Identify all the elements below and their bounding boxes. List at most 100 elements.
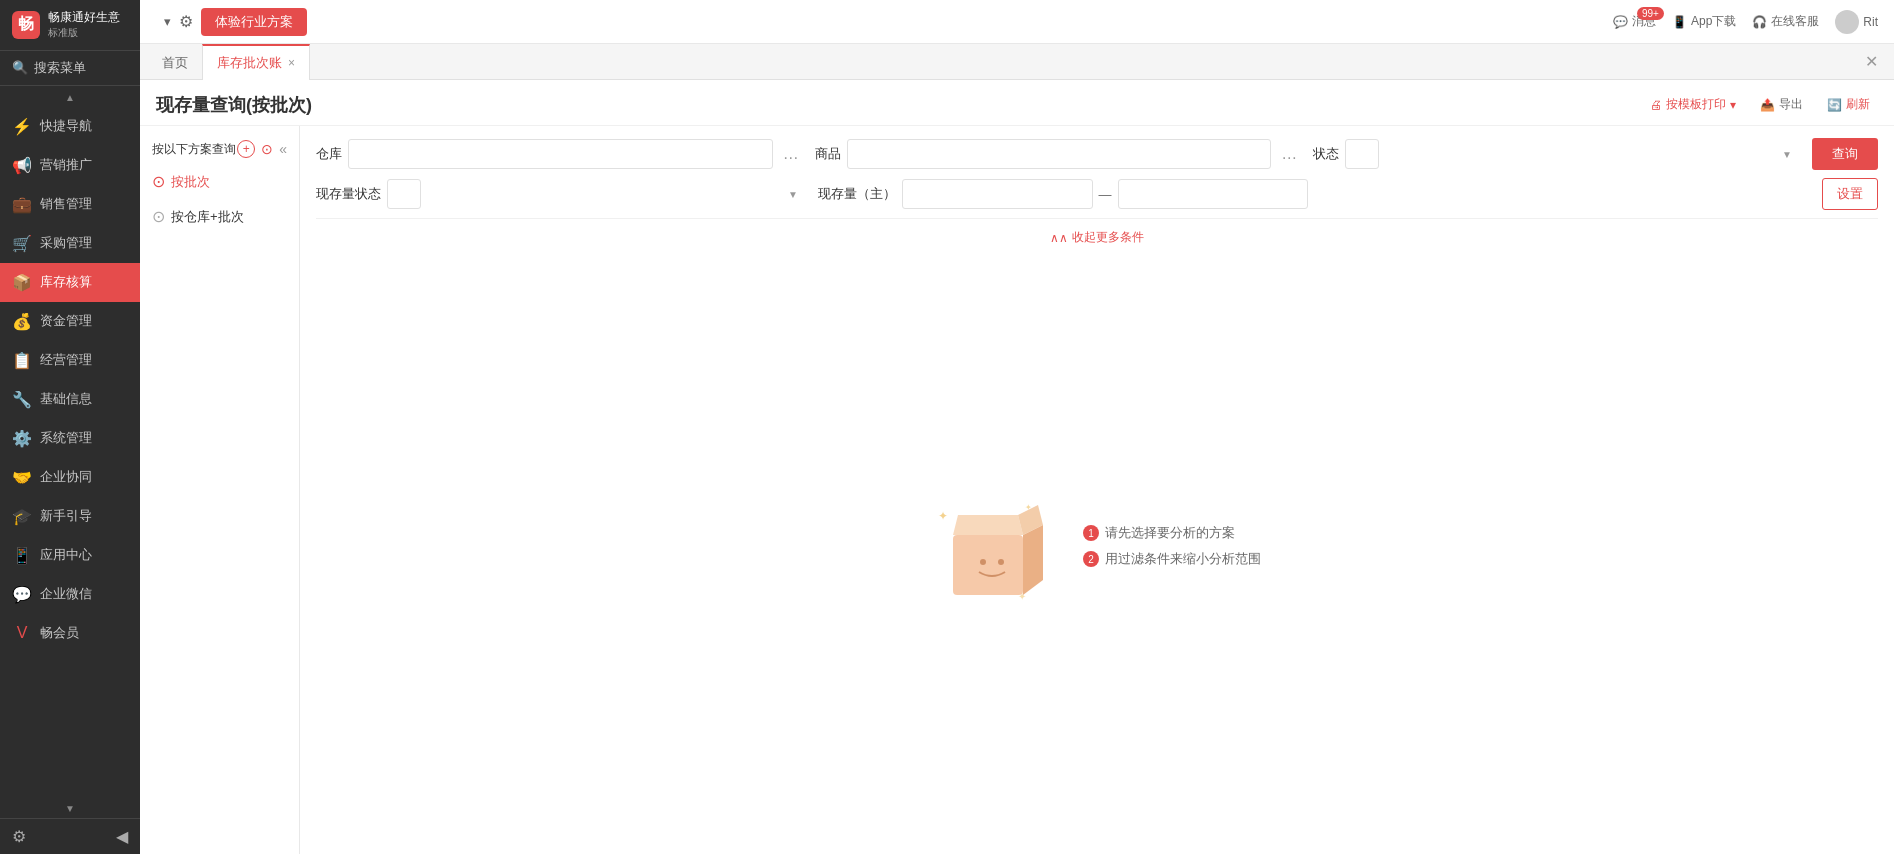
system-icon: ⚙️ (12, 429, 32, 448)
phone-icon: 📱 (1672, 15, 1687, 29)
page-title: 现存量查询(按批次) (156, 93, 312, 117)
tab-close-icon[interactable]: × (288, 56, 295, 70)
printer-icon: 🖨 (1650, 98, 1662, 112)
user-menu-button[interactable]: Rit (1835, 10, 1878, 34)
empty-tip-1: 1 请先选择要分析的方案 (1083, 524, 1261, 542)
refresh-button[interactable]: 🔄 刷新 (1819, 92, 1878, 117)
basic-icon: 🔧 (12, 390, 32, 409)
sidebar-scroll-up[interactable]: ▲ (0, 86, 140, 107)
messages-badge: 99+ (1637, 7, 1664, 20)
sidebar-logo: 畅 (12, 11, 40, 39)
sidebar-nav: ⚡ 快捷导航 📢 营销推广 💼 销售管理 🛒 采购管理 📦 库存核算 💰 资金管… (0, 107, 140, 797)
status-select-wrapper (1345, 139, 1800, 169)
tab-inventory-batch[interactable]: 库存批次账 × (202, 44, 310, 80)
sidebar-item-apps[interactable]: 📱 应用中心 (0, 536, 140, 575)
plan-item-by-batch[interactable]: ⊙ 按批次 (140, 164, 299, 199)
avatar (1835, 10, 1859, 34)
empty-illustration: ✦ ✦ ✦ (933, 490, 1053, 610)
inventory-qty-filter: 现存量（主） — (818, 179, 1308, 209)
headset-icon: 🎧 (1752, 15, 1767, 29)
status-filter: 状态 (1313, 139, 1800, 169)
sidebar-item-marketing[interactable]: 📢 营销推广 (0, 146, 140, 185)
sidebar-item-wechat[interactable]: 💬 企业微信 (0, 575, 140, 614)
left-panel: 按以下方案查询 + ⊙ « ⊙ 按批次 ⊙ 按仓库+批次 (140, 126, 300, 854)
right-panel: 仓库 … 商品 … 状态 (300, 126, 1894, 854)
page-content: 现存量查询(按批次) 🖨 按模板打印 ▾ 📤 导出 🔄 刷新 (140, 80, 1894, 854)
collapse-sidebar-icon[interactable]: ◀ (116, 827, 128, 846)
sidebar-item-inventory[interactable]: 📦 库存核算 (0, 263, 140, 302)
sidebar-item-purchase[interactable]: 🛒 采购管理 (0, 224, 140, 263)
tabbar: 首页 库存批次账 × ✕ (140, 44, 1894, 80)
status-select[interactable] (1345, 139, 1379, 169)
dropdown-icon[interactable]: ▾ (164, 14, 171, 29)
sidebar-brand: 畅康通好生意 标准版 (48, 10, 120, 40)
print-button[interactable]: 🖨 按模板打印 ▾ (1642, 92, 1744, 117)
marketing-icon: 📢 (12, 156, 32, 175)
inventory-status-select-wrapper (387, 179, 806, 209)
empty-state: ✦ ✦ ✦ 1 请先选择要分析的方案 2 用过滤条件来缩小分析范围 (316, 258, 1878, 842)
panel-close-icon[interactable]: ✕ (1857, 52, 1886, 71)
svg-point-5 (998, 559, 1004, 565)
topbar: ▾ ⚙ 体验行业方案 💬 消息 99+ 📱 App下载 🎧 在线客服 Rit (140, 0, 1894, 44)
messages-button[interactable]: 💬 消息 99+ (1613, 13, 1656, 30)
main-content: ▾ ⚙ 体验行业方案 💬 消息 99+ 📱 App下载 🎧 在线客服 Rit (140, 0, 1894, 854)
refresh-icon: 🔄 (1827, 98, 1842, 112)
empty-tip-2: 2 用过滤条件来缩小分析范围 (1083, 550, 1261, 568)
page-header-actions: 🖨 按模板打印 ▾ 📤 导出 🔄 刷新 (1642, 92, 1878, 117)
sidebar: 畅 畅康通好生意 标准版 🔍 搜索菜单 ▲ ⚡ 快捷导航 📢 营销推广 💼 销售… (0, 0, 140, 854)
purchase-icon: 🛒 (12, 234, 32, 253)
topbar-gear-icon[interactable]: ⚙ (179, 12, 193, 31)
wechat-icon: 💬 (12, 585, 32, 604)
plan-settings-icon[interactable]: ⊙ (261, 141, 273, 157)
settings-icon[interactable]: ⚙ (12, 827, 26, 846)
plan-active-icon: ⊙ (152, 172, 165, 191)
svg-marker-2 (1023, 525, 1043, 595)
sidebar-item-quick-nav[interactable]: ⚡ 快捷导航 (0, 107, 140, 146)
topbar-left: ▾ ⚙ 体验行业方案 (156, 8, 1601, 36)
goods-more-icon[interactable]: … (1277, 145, 1301, 163)
customer-service-button[interactable]: 🎧 在线客服 (1752, 13, 1819, 30)
warehouse-more-icon[interactable]: … (779, 145, 803, 163)
sidebar-item-enterprise[interactable]: 🤝 企业协同 (0, 458, 140, 497)
sidebar-footer: ⚙ ◀ (0, 818, 140, 854)
print-dropdown-icon[interactable]: ▾ (1730, 98, 1736, 112)
sidebar-header: 畅 畅康通好生意 标准版 (0, 0, 140, 51)
page-header: 现存量查询(按批次) 🖨 按模板打印 ▾ 📤 导出 🔄 刷新 (140, 80, 1894, 126)
sidebar-item-guide[interactable]: 🎓 新手引导 (0, 497, 140, 536)
sidebar-search[interactable]: 🔍 搜索菜单 (0, 51, 140, 86)
collapse-icon: ∧∧ (1050, 231, 1068, 245)
tab-home[interactable]: 首页 (148, 44, 202, 80)
settings-button[interactable]: 设置 (1822, 178, 1878, 210)
add-plan-icon[interactable]: + (237, 140, 255, 158)
sidebar-item-system[interactable]: ⚙️ 系统管理 (0, 419, 140, 458)
svg-rect-0 (953, 535, 1023, 595)
sidebar-item-member[interactable]: V 畅会员 (0, 614, 140, 652)
sidebar-item-sales[interactable]: 💼 销售管理 (0, 185, 140, 224)
sidebar-item-finance[interactable]: 💰 资金管理 (0, 302, 140, 341)
guide-icon: 🎓 (12, 507, 32, 526)
collapse-filters-button[interactable]: ∧∧ 收起更多条件 (1042, 225, 1152, 250)
operations-icon: 📋 (12, 351, 32, 370)
trial-button[interactable]: 体验行业方案 (201, 8, 307, 36)
inventory-status-filter: 现存量状态 (316, 179, 806, 209)
warehouse-input[interactable] (348, 139, 773, 169)
collapse-panel-icon[interactable]: « (279, 141, 287, 157)
qty-min-input[interactable] (902, 179, 1093, 209)
apps-icon: 📱 (12, 546, 32, 565)
sidebar-item-operations[interactable]: 📋 经营管理 (0, 341, 140, 380)
plan-item-by-warehouse-batch[interactable]: ⊙ 按仓库+批次 (140, 199, 299, 234)
left-panel-header: 按以下方案查询 + ⊙ « (140, 134, 299, 164)
content-body: 按以下方案查询 + ⊙ « ⊙ 按批次 ⊙ 按仓库+批次 (140, 126, 1894, 854)
app-download-button[interactable]: 📱 App下载 (1672, 13, 1736, 30)
inventory-status-select[interactable] (387, 179, 421, 209)
sidebar-item-basic[interactable]: 🔧 基础信息 (0, 380, 140, 419)
qty-max-input[interactable] (1118, 179, 1309, 209)
qty-range: — (902, 179, 1308, 209)
query-button[interactable]: 查询 (1812, 138, 1878, 170)
export-button[interactable]: 📤 导出 (1752, 92, 1811, 117)
goods-filter: 商品 … (815, 139, 1302, 169)
goods-input[interactable] (847, 139, 1272, 169)
empty-tips: 1 请先选择要分析的方案 2 用过滤条件来缩小分析范围 (1083, 524, 1261, 576)
inventory-icon: 📦 (12, 273, 32, 292)
sidebar-scroll-down[interactable]: ▼ (0, 797, 140, 818)
